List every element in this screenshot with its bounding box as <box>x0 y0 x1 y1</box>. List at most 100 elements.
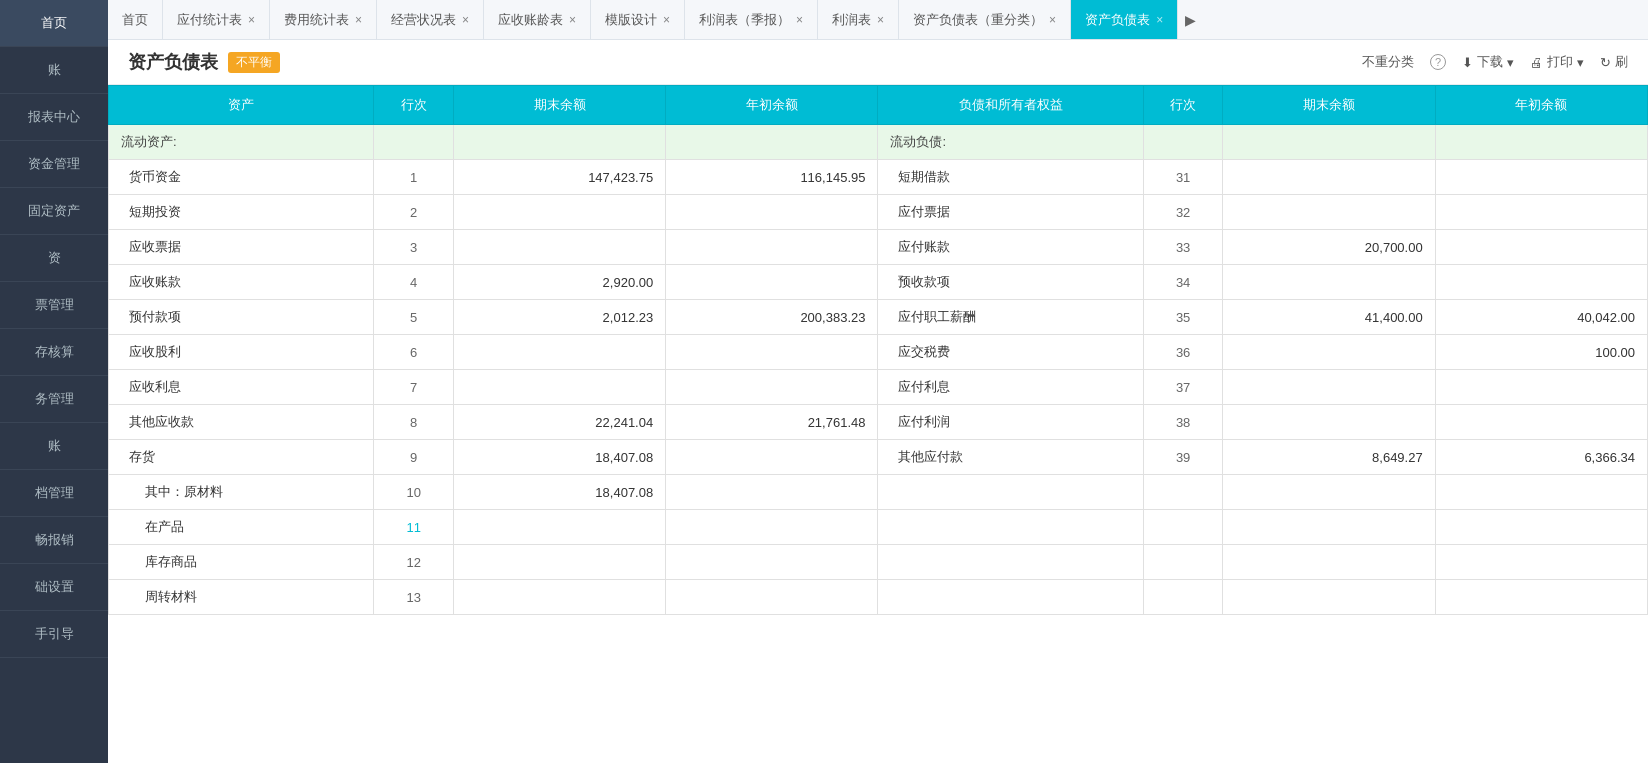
tab-ar-aging[interactable]: 应收账龄表 × <box>484 0 591 40</box>
cell-year-start <box>666 195 878 230</box>
table-row[interactable]: 应收股利 6 应交税费 36 100.00 <box>109 335 1648 370</box>
sidebar-item-doc-mgmt[interactable]: 档管理 <box>0 470 108 517</box>
cell-year-start2 <box>1435 545 1647 580</box>
sidebar-item-report-center[interactable]: 报表中心 <box>0 94 108 141</box>
cell-year-start: 200,383.23 <box>666 300 878 335</box>
cell-row-num2: 39 <box>1143 440 1223 475</box>
cell-year-start <box>666 335 878 370</box>
sidebar-item-guide[interactable]: 手引导 <box>0 611 108 658</box>
cell-asset: 短期投资 <box>109 195 374 230</box>
cell-row-num: 13 <box>374 580 454 615</box>
cell-row-num: 3 <box>374 230 454 265</box>
tab-close-ar-aging[interactable]: × <box>569 13 576 27</box>
cell-liab: 应付职工薪酬 <box>878 300 1143 335</box>
cell-row-num: 11 <box>374 510 454 545</box>
tab-close-profit[interactable]: × <box>877 13 884 27</box>
sidebar: 首页 账 报表中心 资金管理 固定资产 资 票管理 存核算 务管理 账 档管理 … <box>0 0 108 763</box>
table-row[interactable]: 应收账款 4 2,920.00 预收款项 34 <box>109 265 1648 300</box>
table-row[interactable]: 短期投资 2 应付票据 32 <box>109 195 1648 230</box>
cell-period-end2: 20,700.00 <box>1223 230 1435 265</box>
tab-profit[interactable]: 利润表 × <box>818 0 899 40</box>
cell-row-num2: 32 <box>1143 195 1223 230</box>
cell-year-start <box>666 440 878 475</box>
table-row[interactable]: 存货 9 18,407.08 其他应付款 39 8,649.27 6,366.3… <box>109 440 1648 475</box>
table-row[interactable]: 应收利息 7 应付利息 37 <box>109 370 1648 405</box>
cell-row-num: 4 <box>374 265 454 300</box>
table-row[interactable]: 在产品 11 <box>109 510 1648 545</box>
cell-row-num: 9 <box>374 440 454 475</box>
tab-close-operations[interactable]: × <box>462 13 469 27</box>
cell-period-end2 <box>1223 405 1435 440</box>
sidebar-item-account[interactable]: 账 <box>0 47 108 94</box>
table-row[interactable]: 其中：原材料 10 18,407.08 <box>109 475 1648 510</box>
cell-row-num: 7 <box>374 370 454 405</box>
cell-liab <box>878 545 1143 580</box>
tab-close-ap-stats[interactable]: × <box>248 13 255 27</box>
table-row[interactable]: 应收票据 3 应付账款 33 20,700.00 <box>109 230 1648 265</box>
cell-period-end: 18,407.08 <box>453 475 665 510</box>
cell-period-end <box>453 370 665 405</box>
col-year-start: 年初余额 <box>666 86 878 125</box>
table-row[interactable]: 预付款项 5 2,012.23 200,383.23 应付职工薪酬 35 41,… <box>109 300 1648 335</box>
sidebar-item-tax-mgmt[interactable]: 务管理 <box>0 376 108 423</box>
sidebar-item-home[interactable]: 首页 <box>0 0 108 47</box>
sidebar-item-ledger[interactable]: 账 <box>0 423 108 470</box>
cell-row-num: 1 <box>374 160 454 195</box>
cell-row-num2: 37 <box>1143 370 1223 405</box>
table-row[interactable]: 其他应收款 8 22,241.04 21,761.48 应付利润 38 <box>109 405 1648 440</box>
tab-close-expense-stats[interactable]: × <box>355 13 362 27</box>
sidebar-item-settings[interactable]: 础设置 <box>0 564 108 611</box>
tab-balance-sheet[interactable]: 资产负债表 × <box>1071 0 1178 40</box>
cell-asset: 其中：原材料 <box>109 475 374 510</box>
col-asset: 资产 <box>109 86 374 125</box>
cell-row-num2: 38 <box>1143 405 1223 440</box>
cell-period-end: 2,012.23 <box>453 300 665 335</box>
sidebar-item-inventory[interactable]: 存核算 <box>0 329 108 376</box>
sidebar-item-fund-mgmt[interactable]: 资金管理 <box>0 141 108 188</box>
cell-asset: 存货 <box>109 440 374 475</box>
tab-close-profit-quarterly[interactable]: × <box>796 13 803 27</box>
table-row[interactable]: 流动资产: 流动负债: <box>109 125 1648 160</box>
cell-period-end <box>453 195 665 230</box>
tab-ap-stats[interactable]: 应付统计表 × <box>163 0 270 40</box>
cell-year-start2 <box>1435 510 1647 545</box>
cell-asset: 应收利息 <box>109 370 374 405</box>
cell-row-num2 <box>1143 545 1223 580</box>
cell-year-start2: 100.00 <box>1435 335 1647 370</box>
classify-label: 不重分类 <box>1362 53 1414 71</box>
section-year-start2 <box>1435 125 1647 160</box>
tab-operations[interactable]: 经营状况表 × <box>377 0 484 40</box>
section-year-start <box>666 125 878 160</box>
sidebar-item-fixed-assets[interactable]: 固定资产 <box>0 188 108 235</box>
cell-year-start <box>666 230 878 265</box>
cell-year-start2 <box>1435 475 1647 510</box>
cell-row-num2: 36 <box>1143 335 1223 370</box>
tab-balance-reclassified[interactable]: 资产负债表（重分类） × <box>899 0 1071 40</box>
table-row[interactable]: 货币资金 1 147,423.75 116,145.95 短期借款 31 <box>109 160 1648 195</box>
tab-home[interactable]: 首页 <box>108 0 163 40</box>
sidebar-item-expense[interactable]: 畅报销 <box>0 517 108 564</box>
table-row[interactable]: 周转材料 13 <box>109 580 1648 615</box>
cell-period-end: 147,423.75 <box>453 160 665 195</box>
cell-year-start2 <box>1435 195 1647 230</box>
cell-row-num2: 35 <box>1143 300 1223 335</box>
cell-row-num: 5 <box>374 300 454 335</box>
print-button[interactable]: 🖨 打印 ▾ <box>1530 53 1584 71</box>
sidebar-item-ticket-mgmt[interactable]: 票管理 <box>0 282 108 329</box>
cell-period-end2: 41,400.00 <box>1223 300 1435 335</box>
help-icon[interactable]: ? <box>1430 54 1446 70</box>
tab-expense-stats[interactable]: 费用统计表 × <box>270 0 377 40</box>
cell-period-end <box>453 510 665 545</box>
tab-profit-quarterly[interactable]: 利润表（季报） × <box>685 0 818 40</box>
sidebar-item-assets[interactable]: 资 <box>0 235 108 282</box>
refresh-button[interactable]: ↻ 刷 <box>1600 53 1628 71</box>
tab-template-design[interactable]: 模版设计 × <box>591 0 685 40</box>
download-button[interactable]: ⬇ 下载 ▾ <box>1462 53 1514 71</box>
tab-close-balance-sheet[interactable]: × <box>1156 13 1163 27</box>
tab-scroll-arrow[interactable]: ▶ <box>1178 0 1202 40</box>
tab-close-balance-reclassified[interactable]: × <box>1049 13 1056 27</box>
tab-close-template-design[interactable]: × <box>663 13 670 27</box>
section-liab-label: 流动负债: <box>878 125 1143 160</box>
cell-liab: 预收款项 <box>878 265 1143 300</box>
table-row[interactable]: 库存商品 12 <box>109 545 1648 580</box>
